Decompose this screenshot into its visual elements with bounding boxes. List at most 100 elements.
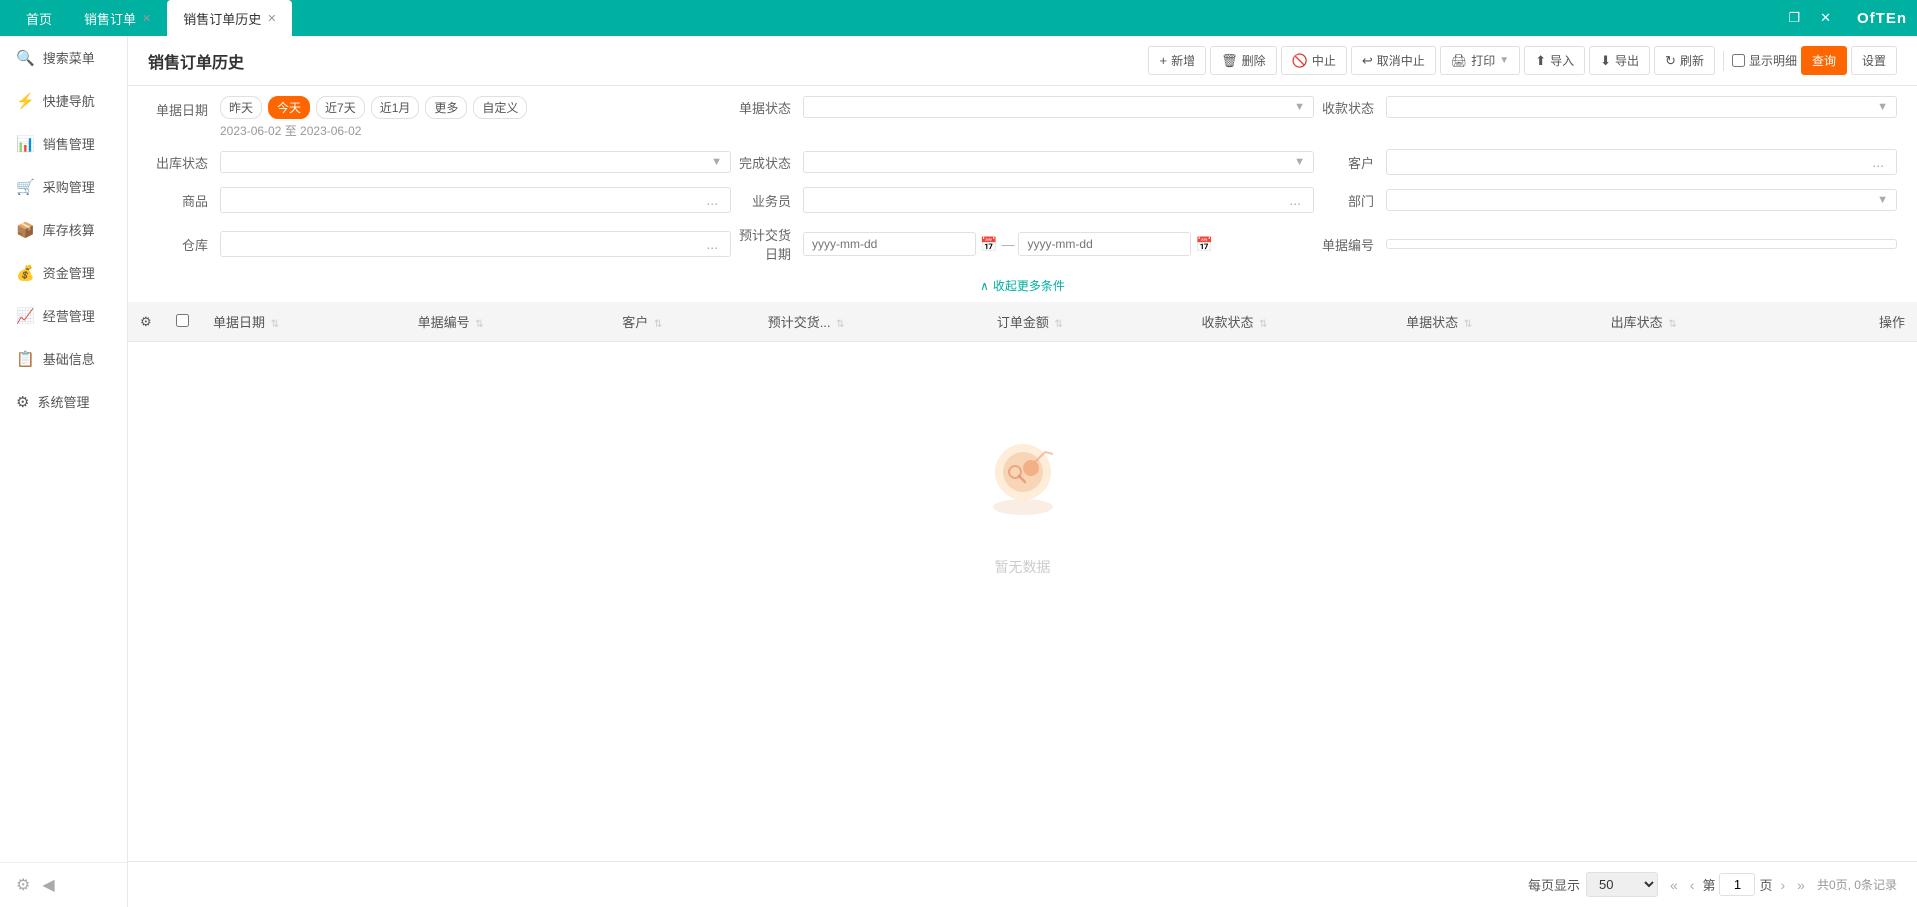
query-button[interactable]: 查询: [1801, 46, 1847, 75]
window-close-icon[interactable]: ✕: [1814, 8, 1837, 28]
first-page-button[interactable]: «: [1666, 875, 1682, 895]
pill-today[interactable]: 今天: [268, 96, 310, 119]
tab-sales-history-close[interactable]: ✕: [267, 12, 276, 25]
bill-status-select[interactable]: ▼: [803, 96, 1314, 118]
col-bill-status-label: 单据状态: [1406, 315, 1458, 330]
search-menu-icon: 🔍: [16, 49, 35, 67]
bill-status-label: 单据状态: [731, 98, 803, 117]
select-all-checkbox[interactable]: [176, 314, 189, 327]
bill-status-arrow-icon: ▼: [1294, 101, 1305, 113]
stop-button[interactable]: 🚫 中止: [1281, 46, 1347, 75]
top-bar: 首页 销售订单 ✕ 销售订单历史 ✕ ❐ ✕ OfTEn: [0, 0, 1917, 36]
print-button[interactable]: 🖨 打印 ▼: [1440, 46, 1520, 75]
dept-label: 部门: [1314, 191, 1386, 210]
pill-last7[interactable]: 近7天: [316, 96, 365, 119]
sidebar-item-quick-nav[interactable]: ⚡ 快捷导航: [0, 79, 127, 122]
display-detail-checkbox[interactable]: [1732, 54, 1745, 67]
prev-page-button[interactable]: ‹: [1686, 875, 1699, 895]
cancel-stop-button[interactable]: ↩ 取消中止: [1351, 46, 1436, 75]
col-customer-sort-icon[interactable]: ⇅: [654, 319, 662, 330]
pill-custom[interactable]: 自定义: [473, 96, 527, 119]
total-info: 共0页, 0条记录: [1817, 876, 1897, 893]
per-page-select[interactable]: 20 50 100 200: [1586, 872, 1658, 897]
filter-row-1: 单据日期 昨天 今天 近7天 近1月 更多 自定义 2023-06-02 至 2…: [128, 86, 1917, 143]
last-page-button[interactable]: »: [1793, 875, 1809, 895]
tab-sales-history[interactable]: 销售订单历史 ✕: [167, 0, 292, 36]
refresh-button[interactable]: ↻ 刷新: [1654, 46, 1715, 75]
pill-last1m[interactable]: 近1月: [371, 96, 420, 119]
sidebar-item-label: 搜索菜单: [43, 48, 95, 67]
warehouse-dots-icon[interactable]: ...: [702, 236, 722, 252]
sidebar-item-operations[interactable]: 📈 经营管理: [0, 294, 127, 337]
delete-button[interactable]: 🗑 删除: [1210, 46, 1277, 75]
inventory-icon: 📦: [16, 221, 35, 239]
query-label: 查询: [1812, 52, 1836, 69]
col-date-sort-icon[interactable]: ⇅: [271, 319, 279, 330]
billno-input[interactable]: [1386, 239, 1897, 249]
salesman-input[interactable]: ...: [803, 187, 1314, 213]
collapse-up-icon: ∧: [980, 279, 989, 293]
table-config-col[interactable]: ⚙: [128, 302, 164, 342]
sidebar-item-label: 经营管理: [43, 306, 95, 325]
col-customer-label: 客户: [622, 315, 648, 330]
base-info-icon: 📋: [16, 350, 35, 368]
complete-select[interactable]: ▼: [803, 151, 1314, 173]
sidebar-item-sys-mgmt[interactable]: ⚙ 系统管理: [0, 380, 127, 423]
collapse-button[interactable]: ∧ 收起更多条件: [980, 277, 1065, 294]
receipt-status-select[interactable]: ▼: [1386, 96, 1897, 118]
col-billno-sort-icon[interactable]: ⇅: [475, 319, 483, 330]
new-button[interactable]: + 新增: [1148, 46, 1206, 75]
delivery-end-input[interactable]: [1018, 232, 1191, 256]
customer-input[interactable]: ...: [1386, 149, 1897, 175]
salesman-dots-icon[interactable]: ...: [1285, 192, 1305, 208]
page-label: 第: [1702, 875, 1715, 894]
pill-more[interactable]: 更多: [425, 96, 467, 119]
filter-salesman: 业务员 ...: [731, 187, 1314, 213]
page-number-input[interactable]: [1719, 873, 1755, 896]
table-check-col[interactable]: [164, 302, 201, 342]
tab-sales-order-close[interactable]: ✕: [142, 12, 151, 25]
export-button[interactable]: ⬇ 导出: [1589, 46, 1650, 75]
bottom-collapse-icon[interactable]: ◀: [42, 875, 54, 895]
delivery-date-label: 预计交货日期: [731, 225, 803, 263]
col-receipt-status-sort-icon[interactable]: ⇅: [1259, 319, 1267, 330]
display-detail-label[interactable]: 显示明细: [1749, 52, 1797, 69]
page-title: 销售订单历史: [148, 49, 244, 73]
next-page-button[interactable]: ›: [1777, 875, 1790, 895]
sidebar-bottom: ⚙ ◀: [0, 862, 127, 907]
pill-yesterday[interactable]: 昨天: [220, 96, 262, 119]
sidebar-item-inventory[interactable]: 📦 库存核算: [0, 208, 127, 251]
import-button[interactable]: ⬆ 导入: [1524, 46, 1585, 75]
col-stock-status-sort-icon[interactable]: ⇅: [1668, 319, 1676, 330]
goods-dots-icon[interactable]: ...: [702, 192, 722, 208]
sidebar-item-finance[interactable]: 💰 资金管理: [0, 251, 127, 294]
window-restore-icon[interactable]: ❐: [1782, 8, 1806, 28]
table-config-icon[interactable]: ⚙: [140, 314, 152, 329]
tab-home[interactable]: 首页: [10, 0, 68, 36]
delivery-date-range: 📅 — 📅: [803, 232, 1314, 256]
dept-select[interactable]: ▼: [1386, 189, 1897, 211]
goods-input[interactable]: ...: [220, 187, 731, 213]
col-amount-sort-icon[interactable]: ⇅: [1055, 319, 1063, 330]
delivery-start-input[interactable]: [803, 232, 976, 256]
col-amount: 订单金额 ⇅: [985, 302, 1190, 342]
complete-arrow-icon: ▼: [1294, 156, 1305, 168]
customer-dots-icon[interactable]: ...: [1868, 154, 1888, 170]
filter-row-2: 出库状态 ▼ 完成状态 ▼ 客户: [128, 143, 1917, 181]
filter-goods: 商品 ...: [148, 187, 731, 213]
col-delivery-sort-icon[interactable]: ⇅: [836, 319, 844, 330]
bottom-settings-icon[interactable]: ⚙: [16, 875, 30, 895]
col-receipt-status: 收款状态 ⇅: [1189, 302, 1394, 342]
sidebar-item-purchase-mgmt[interactable]: 🛒 采购管理: [0, 165, 127, 208]
col-bill-status-sort-icon[interactable]: ⇅: [1464, 319, 1472, 330]
col-receipt-status-label: 收款状态: [1201, 315, 1253, 330]
stockout-select[interactable]: ▼: [220, 151, 731, 173]
sidebar-item-search-menu[interactable]: 🔍 搜索菜单: [0, 36, 127, 79]
warehouse-input[interactable]: ...: [220, 231, 731, 257]
delivery-start-calendar-icon[interactable]: 📅: [980, 236, 997, 253]
settings-button[interactable]: 设置: [1851, 46, 1897, 75]
sidebar-item-base-info[interactable]: 📋 基础信息: [0, 337, 127, 380]
sidebar-item-sales-mgmt[interactable]: 📊 销售管理: [0, 122, 127, 165]
tab-sales-order[interactable]: 销售订单 ✕: [68, 0, 167, 36]
delivery-end-calendar-icon[interactable]: 📅: [1195, 236, 1212, 253]
